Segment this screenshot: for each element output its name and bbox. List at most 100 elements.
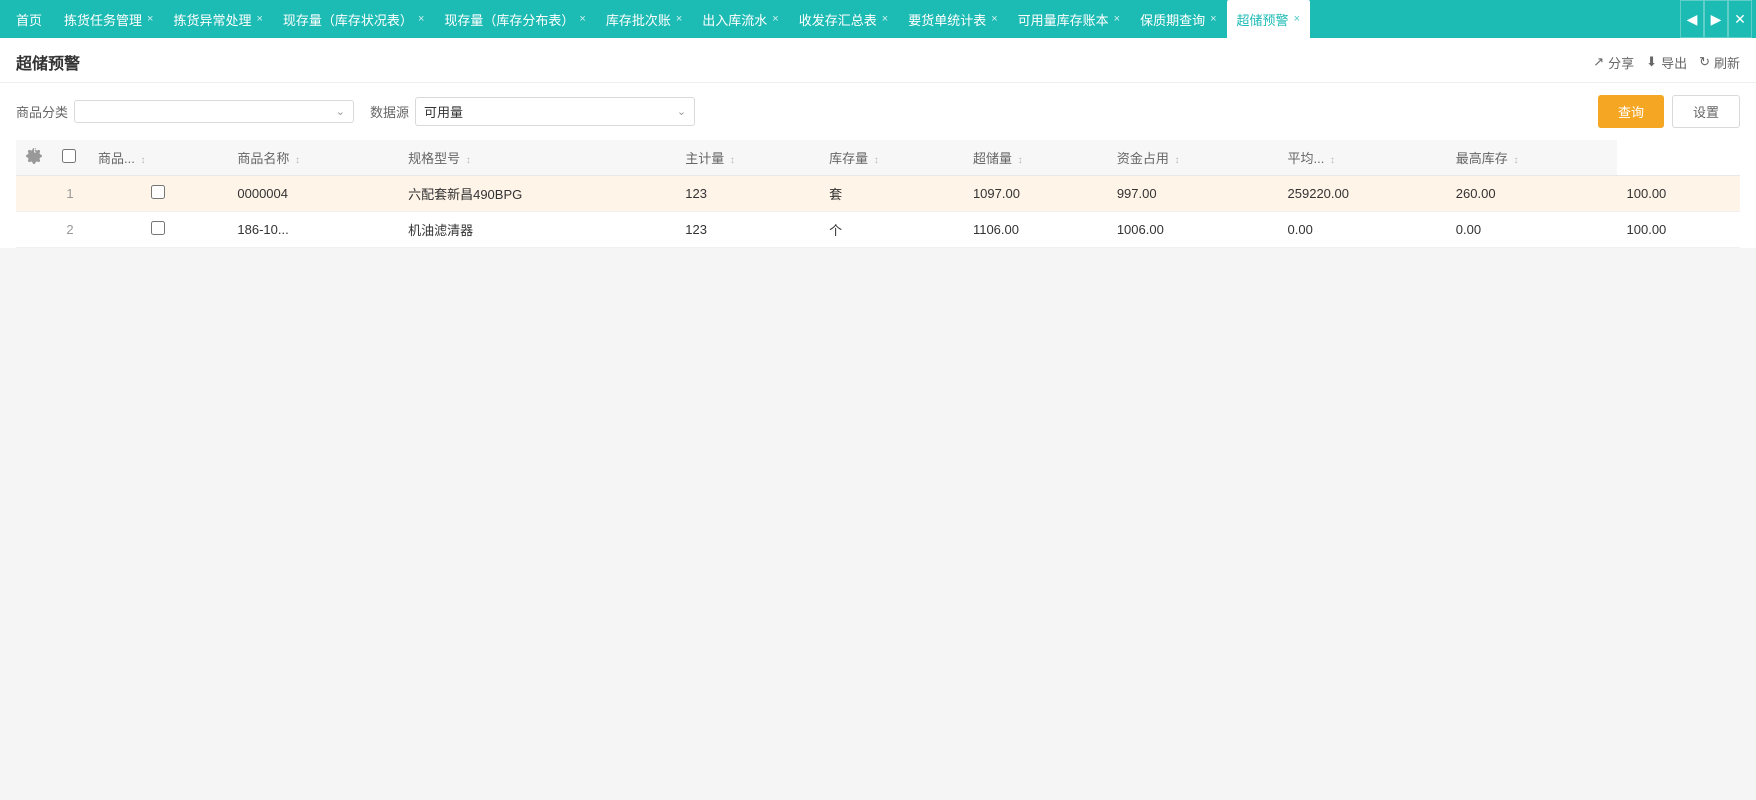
col-header-product-code: 商品... ↕ xyxy=(88,140,227,176)
row-gear-1 xyxy=(16,212,52,248)
sort-icon-product-code[interactable]: ↕ xyxy=(140,155,145,166)
row-gear-0 xyxy=(16,176,52,212)
page-title: 超储预警 xyxy=(16,50,80,74)
row-num-0: 1 xyxy=(52,176,88,212)
nav-next-arrow[interactable]: ▶ xyxy=(1704,0,1728,38)
share-icon: ↗ xyxy=(1593,54,1604,70)
row-avg-0: 260.00 xyxy=(1446,176,1617,212)
row-checkbox-0[interactable] xyxy=(151,185,165,199)
close-tab-tab-6[interactable]: × xyxy=(772,13,778,25)
nav-tab-tab-11[interactable]: 超储预警× xyxy=(1227,0,1310,38)
nav-tab-tab-4[interactable]: 现存量（库存分布表）× xyxy=(434,0,595,38)
export-icon: ⬇ xyxy=(1646,54,1657,70)
table-container: 商品... ↕ 商品名称 ↕ 规格型号 ↕ 主计量 ↕ xyxy=(0,140,1756,248)
row-unit-0: 套 xyxy=(819,176,963,212)
close-tab-tab-8[interactable]: × xyxy=(991,13,997,25)
close-tab-tab-4[interactable]: × xyxy=(579,13,585,25)
close-tab-tab-1[interactable]: × xyxy=(147,13,153,25)
row-spec-1: 123 xyxy=(675,212,819,248)
refresh-button[interactable]: ↻ 刷新 xyxy=(1699,53,1740,72)
row-over-1: 1006.00 xyxy=(1107,212,1278,248)
col-header-unit: 主计量 ↕ xyxy=(675,140,819,176)
sort-icon-over[interactable]: ↕ xyxy=(1018,155,1023,166)
nav-tabs: 拣货任务管理×拣货异常处理×现存量（库存状况表）×现存量（库存分布表）×库存批次… xyxy=(54,0,1310,38)
nav-tab-tab-10[interactable]: 保质期查询× xyxy=(1130,0,1226,38)
row-checkbox-cell-1 xyxy=(88,212,227,248)
sort-icon-avg[interactable]: ↕ xyxy=(1330,155,1335,166)
nav-tab-tab-8[interactable]: 要货单统计表× xyxy=(898,0,1007,38)
row-stock-0: 1097.00 xyxy=(963,176,1107,212)
product-category-chevron: ⌄ xyxy=(336,105,345,118)
datasource-chevron: ⌄ xyxy=(677,105,686,118)
page-container: 超储预警 ↗ 分享 ⬇ 导出 ↻ 刷新 商品分类 ⌄ 数据源 xyxy=(0,38,1756,248)
query-button[interactable]: 查询 xyxy=(1598,95,1664,128)
nav-tab-tab-1[interactable]: 拣货任务管理× xyxy=(54,0,163,38)
nav-tab-tab-7[interactable]: 收发存汇总表× xyxy=(789,0,898,38)
sort-icon-stock[interactable]: ↕ xyxy=(874,155,879,166)
nav-tab-tab-2[interactable]: 拣货异常处理× xyxy=(163,0,272,38)
share-button[interactable]: ↗ 分享 xyxy=(1593,53,1634,72)
nav-tab-tab-5[interactable]: 库存批次账× xyxy=(596,0,692,38)
datasource-value: 可用量 xyxy=(424,102,463,121)
header-actions: ↗ 分享 ⬇ 导出 ↻ 刷新 xyxy=(1593,53,1740,72)
filter-area: 商品分类 ⌄ 数据源 可用量 ⌄ 查询 设置 xyxy=(0,83,1756,140)
nav-home[interactable]: 首页 xyxy=(4,10,54,29)
row-unit-1: 个 xyxy=(819,212,963,248)
row-capital-1: 0.00 xyxy=(1278,212,1446,248)
row-checkbox-cell-0 xyxy=(88,176,227,212)
datasource-select[interactable]: 可用量 ⌄ xyxy=(415,97,695,126)
nav-arrows: ◀ ▶ ✕ xyxy=(1680,0,1752,38)
filter-datasource: 数据源 可用量 ⌄ xyxy=(370,97,695,126)
table-row: 2 186-10... 机油滤清器 123 个 1106.00 1006.00 … xyxy=(16,212,1740,248)
gear-icon[interactable] xyxy=(26,148,42,164)
row-product-code-0: 0000004 xyxy=(227,176,398,212)
refresh-icon: ↻ xyxy=(1699,54,1710,70)
col-header-over: 超储量 ↕ xyxy=(963,140,1107,176)
table-header: 商品... ↕ 商品名称 ↕ 规格型号 ↕ 主计量 ↕ xyxy=(16,140,1740,176)
row-product-name-0: 六配套新昌490BPG xyxy=(398,176,675,212)
nav-prev-arrow[interactable]: ◀ xyxy=(1680,0,1704,38)
sort-icon-spec[interactable]: ↕ xyxy=(466,155,471,166)
close-tab-tab-2[interactable]: × xyxy=(256,13,262,25)
row-spec-0: 123 xyxy=(675,176,819,212)
top-nav: 首页 拣货任务管理×拣货异常处理×现存量（库存状况表）×现存量（库存分布表）×库… xyxy=(0,0,1756,38)
sort-icon-unit[interactable]: ↕ xyxy=(730,155,735,166)
table-row: 1 0000004 六配套新昌490BPG 123 套 1097.00 997.… xyxy=(16,176,1740,212)
data-table: 商品... ↕ 商品名称 ↕ 规格型号 ↕ 主计量 ↕ xyxy=(16,140,1740,248)
select-all-checkbox[interactable] xyxy=(62,149,76,163)
row-avg-1: 0.00 xyxy=(1446,212,1617,248)
row-stock-1: 1106.00 xyxy=(963,212,1107,248)
nav-tab-tab-3[interactable]: 现存量（库存状况表）× xyxy=(273,0,434,38)
sort-icon-max[interactable]: ↕ xyxy=(1513,155,1518,166)
product-category-select[interactable]: ⌄ xyxy=(74,100,354,123)
row-over-0: 997.00 xyxy=(1107,176,1278,212)
close-tab-tab-11[interactable]: × xyxy=(1294,13,1300,25)
close-tab-tab-3[interactable]: × xyxy=(418,13,424,25)
export-button[interactable]: ⬇ 导出 xyxy=(1646,53,1687,72)
col-header-capital: 资金占用 ↕ xyxy=(1107,140,1278,176)
close-tab-tab-9[interactable]: × xyxy=(1114,13,1120,25)
row-capital-0: 259220.00 xyxy=(1278,176,1446,212)
row-max-1: 100.00 xyxy=(1617,212,1740,248)
datasource-label: 数据源 xyxy=(370,102,409,121)
sort-icon-capital[interactable]: ↕ xyxy=(1174,155,1179,166)
table-body: 1 0000004 六配套新昌490BPG 123 套 1097.00 997.… xyxy=(16,176,1740,248)
nav-tab-tab-9[interactable]: 可用量库存账本× xyxy=(1008,0,1130,38)
product-category-label: 商品分类 xyxy=(16,102,68,121)
close-tab-tab-7[interactable]: × xyxy=(882,13,888,25)
filter-product-category: 商品分类 ⌄ xyxy=(16,100,354,123)
nav-close-arrow[interactable]: ✕ xyxy=(1728,0,1752,38)
sort-icon-product-name[interactable]: ↕ xyxy=(295,155,300,166)
row-max-0: 100.00 xyxy=(1617,176,1740,212)
col-header-checkbox xyxy=(52,140,88,176)
close-tab-tab-10[interactable]: × xyxy=(1210,13,1216,25)
col-header-product-name: 商品名称 ↕ xyxy=(227,140,398,176)
page-header: 超储预警 ↗ 分享 ⬇ 导出 ↻ 刷新 xyxy=(0,38,1756,83)
row-product-code-1: 186-10... xyxy=(227,212,398,248)
row-num-1: 2 xyxy=(52,212,88,248)
close-tab-tab-5[interactable]: × xyxy=(676,13,682,25)
col-header-stock: 库存量 ↕ xyxy=(819,140,963,176)
setting-button[interactable]: 设置 xyxy=(1672,95,1740,128)
nav-tab-tab-6[interactable]: 出入库流水× xyxy=(692,0,788,38)
row-checkbox-1[interactable] xyxy=(151,221,165,235)
